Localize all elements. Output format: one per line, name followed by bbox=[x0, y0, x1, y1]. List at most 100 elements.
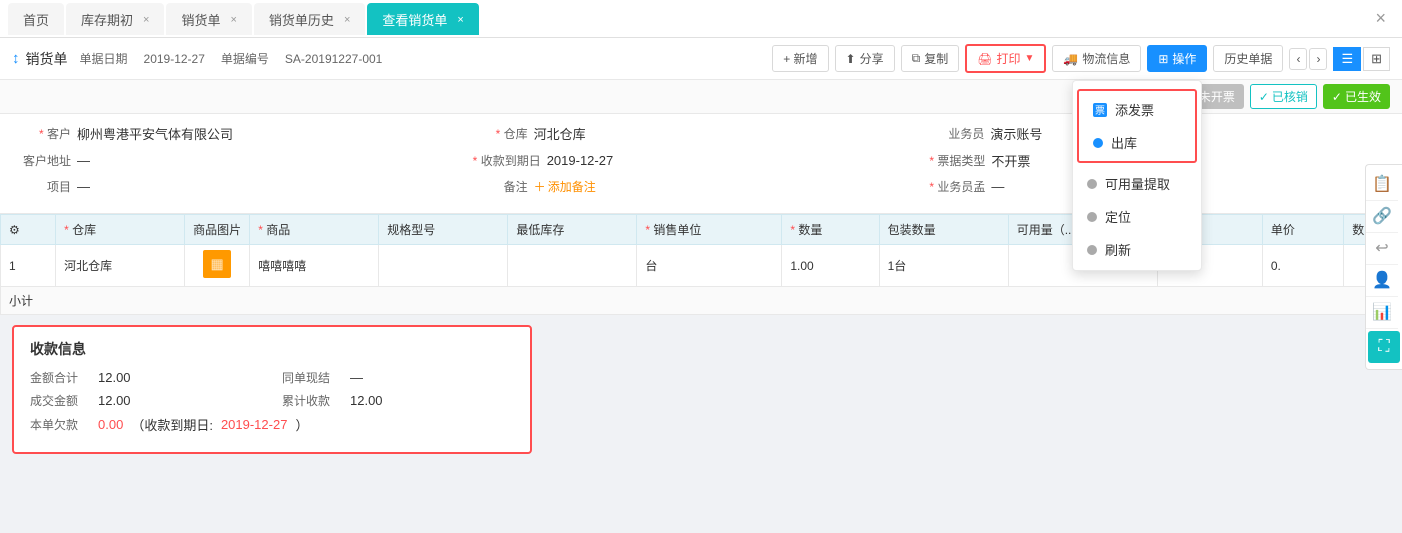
grid-view-button[interactable]: ⊞ bbox=[1363, 47, 1390, 71]
same-order-label: 同单现结 bbox=[282, 369, 342, 386]
total-amount-label: 金额合计 bbox=[30, 369, 90, 386]
window-close-button[interactable]: × bbox=[1367, 4, 1394, 33]
date-label: 单据日期 bbox=[80, 50, 128, 67]
tab-home[interactable]: 首页 bbox=[8, 3, 64, 35]
due-note-before: （收款到期日: bbox=[131, 415, 213, 434]
add-invoice-icon: 票 bbox=[1093, 103, 1107, 117]
row-qty: 1.00 bbox=[782, 245, 879, 287]
right-icon-chart[interactable]: 📊 bbox=[1366, 297, 1398, 329]
col-settings[interactable]: ⚙ bbox=[1, 215, 56, 245]
add-note-button[interactable]: ＋ 添加备注 bbox=[534, 178, 596, 195]
date-value: 2019-12-27 bbox=[144, 52, 205, 66]
row-img bbox=[185, 245, 250, 287]
payment-row-2: 成交金额 12.00 累计收款 12.00 bbox=[30, 392, 514, 409]
dropdown-add-invoice[interactable]: 票 添发票 bbox=[1079, 93, 1195, 126]
operation-icon: ⊞ bbox=[1158, 52, 1168, 66]
doc-title: ↕ 销货单 bbox=[12, 49, 68, 69]
cumulative-label: 累计收款 bbox=[282, 392, 342, 409]
salesperson-label: 业务员孟 bbox=[929, 178, 985, 195]
project-value: — bbox=[77, 179, 90, 194]
deal-amount-label: 成交金额 bbox=[30, 392, 90, 409]
payment-row-1: 金额合计 12.00 同单现结 — bbox=[30, 369, 514, 386]
tab-close-sales[interactable]: × bbox=[230, 14, 236, 26]
copy-button[interactable]: ⧉ 复制 bbox=[901, 45, 960, 72]
logistics-button[interactable]: 🚚 物流信息 bbox=[1052, 45, 1141, 72]
dropdown-locate[interactable]: 定位 bbox=[1073, 200, 1201, 233]
row-index: 1 bbox=[1, 245, 56, 287]
total-amount-value: 12.00 bbox=[98, 370, 131, 385]
next-record-button[interactable]: › bbox=[1309, 48, 1327, 70]
right-icon-panel: 📋 🔗 ↩ 👤 📊 ⛶ bbox=[1365, 164, 1402, 370]
dropdown-outbound[interactable]: 出库 bbox=[1079, 126, 1195, 159]
doc-meta: 单据日期 2019-12-27 单据编号 SA-20191227-001 bbox=[80, 50, 383, 67]
new-button[interactable]: + 新增 bbox=[772, 45, 828, 72]
cumulative-field: 累计收款 12.00 bbox=[282, 392, 514, 409]
note-field: 备注 ＋ 添加备注 bbox=[473, 178, 930, 195]
add-note-icon: ＋ bbox=[534, 178, 546, 195]
payment-info-section: 收款信息 金额合计 12.00 同单现结 — 成交金额 12.00 累计收款 1… bbox=[12, 325, 532, 454]
col-min-stock: 最低库存 bbox=[508, 215, 637, 245]
tab-inventory-start[interactable]: 库存期初 × bbox=[66, 3, 164, 35]
due-note-after: ） bbox=[295, 415, 308, 434]
tab-sales-order[interactable]: 销货单 × bbox=[166, 3, 251, 35]
copy-icon: ⧉ bbox=[912, 51, 921, 66]
row-warehouse: 河北仓库 bbox=[56, 245, 185, 287]
cumulative-value: 12.00 bbox=[350, 393, 383, 408]
operation-button[interactable]: ⊞ 操作 bbox=[1147, 45, 1207, 72]
list-view-button[interactable]: ☰ bbox=[1333, 47, 1361, 71]
customer-value: 柳州粤港平安气体有限公司 bbox=[77, 124, 233, 143]
share-icon: ⬆ bbox=[846, 52, 856, 66]
tab-close-view[interactable]: × bbox=[457, 14, 463, 26]
right-icon-copy[interactable]: 📋 bbox=[1366, 169, 1398, 201]
project-field: 项目 — bbox=[16, 178, 473, 195]
logistics-icon: 🚚 bbox=[1063, 52, 1078, 66]
staff-value: 演示账号 bbox=[990, 124, 1042, 143]
check-icon: ✓ bbox=[1259, 90, 1269, 104]
effective-button[interactable]: ✓ 已生效 bbox=[1323, 84, 1390, 109]
project-label: 项目 bbox=[16, 178, 71, 195]
number-label: 单据编号 bbox=[221, 50, 269, 67]
operation-dropdown: 票 添发票 出库 可用量提取 定位 刷新 bbox=[1072, 80, 1202, 271]
tab-close-history[interactable]: × bbox=[344, 14, 350, 26]
deal-amount-value: 12.00 bbox=[98, 393, 131, 408]
history-button[interactable]: 历史单据 bbox=[1213, 45, 1283, 72]
number-value: SA-20191227-001 bbox=[285, 52, 382, 66]
salesperson-value: — bbox=[991, 179, 1004, 194]
col-product-img: 商品图片 bbox=[185, 215, 250, 245]
subtotal-label: 小计 bbox=[1, 287, 1402, 315]
warehouse-value: 河北仓库 bbox=[534, 124, 586, 143]
warehouse-label: 仓库 bbox=[473, 125, 528, 142]
due-value: 0.00 bbox=[98, 417, 123, 432]
ticket-type-label: 票据类型 bbox=[929, 152, 985, 169]
share-button[interactable]: ⬆ 分享 bbox=[835, 45, 895, 72]
prev-record-button[interactable]: ‹ bbox=[1289, 48, 1307, 70]
doc-type-label: 销货单 bbox=[26, 49, 68, 69]
due-field: 本单欠款 0.00 （收款到期日: 2019-12-27 ） bbox=[30, 415, 308, 434]
due-date-label: 收款到期日 bbox=[473, 152, 541, 169]
col-product: * 商品 bbox=[250, 215, 379, 245]
same-order-field: 同单现结 — bbox=[282, 369, 514, 386]
verified-button[interactable]: ✓ 已核销 bbox=[1250, 84, 1317, 109]
right-icon-user[interactable]: 👤 bbox=[1366, 265, 1398, 297]
dropdown-available-qty[interactable]: 可用量提取 bbox=[1073, 167, 1201, 200]
print-icon: 🖨 bbox=[977, 52, 992, 66]
tab-close-inventory[interactable]: × bbox=[143, 14, 149, 26]
print-button[interactable]: 🖨 打印 ▼ bbox=[965, 44, 1046, 73]
effective-icon: ✓ bbox=[1332, 90, 1342, 104]
note-label: 备注 bbox=[473, 178, 528, 195]
sales-order-icon: ↕ bbox=[12, 50, 20, 67]
right-icon-link[interactable]: 🔗 bbox=[1366, 201, 1398, 233]
outbound-icon bbox=[1093, 138, 1103, 148]
locate-icon bbox=[1087, 212, 1097, 222]
due-date-value: 2019-12-27 bbox=[221, 417, 288, 432]
dropdown-refresh[interactable]: 刷新 bbox=[1073, 233, 1201, 266]
right-icon-undo[interactable]: ↩ bbox=[1366, 233, 1398, 265]
main-toolbar: ↕ 销货单 单据日期 2019-12-27 单据编号 SA-20191227-0… bbox=[0, 38, 1402, 80]
col-spec: 规格型号 bbox=[379, 215, 508, 245]
col-qty: * 数量 bbox=[782, 215, 879, 245]
tab-view-sales[interactable]: 查看销货单 × bbox=[367, 3, 478, 35]
right-icon-expand[interactable]: ⛶ bbox=[1368, 331, 1400, 363]
tab-sales-history[interactable]: 销货单历史 × bbox=[254, 3, 365, 35]
row-spec bbox=[379, 245, 508, 287]
payment-row-3: 本单欠款 0.00 （收款到期日: 2019-12-27 ） bbox=[30, 415, 514, 434]
